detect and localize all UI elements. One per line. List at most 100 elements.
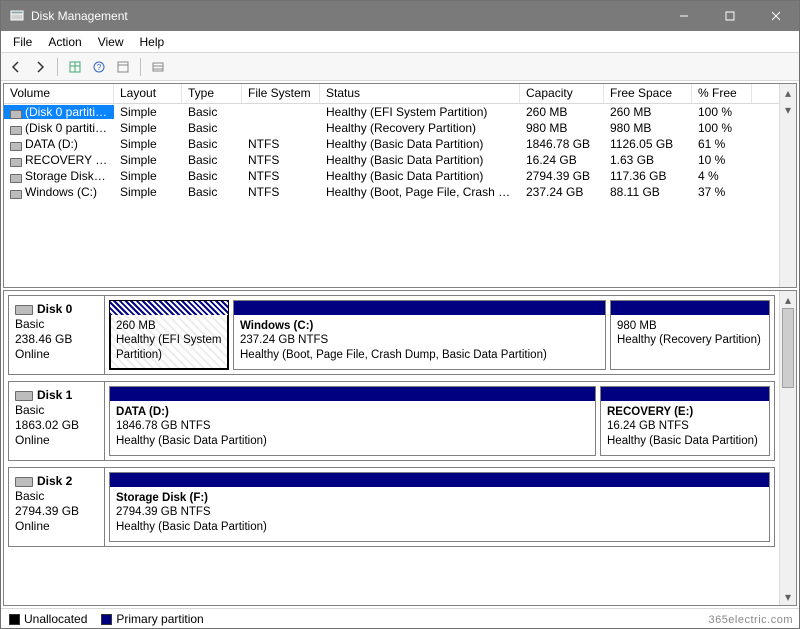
cell-volume: Storage Disk (F:) [4,169,114,183]
partition[interactable]: DATA (D:)1846.78 GB NTFSHealthy (Basic D… [109,386,596,456]
menu-help[interactable]: Help [132,33,173,51]
cell-capacity: 16.24 GB [520,153,604,167]
menu-file[interactable]: File [5,33,40,51]
partition-status: Healthy (EFI System Partition) [116,333,222,362]
partition-status: Healthy (Basic Data Partition) [607,434,763,448]
svg-text:?: ? [97,63,102,72]
disk-row[interactable]: Disk 2Basic2794.39 GBOnlineStorage Disk … [8,467,775,547]
scroll-up-icon[interactable]: ▴ [780,84,796,101]
menu-view[interactable]: View [90,33,132,51]
partition-body: 980 MBHealthy (Recovery Partition) [611,315,769,352]
scrollbar-thumb[interactable] [782,308,794,388]
volume-icon [10,108,22,118]
cell-volume: (Disk 0 partition 1) [4,105,114,119]
settings-button[interactable] [112,56,134,78]
col-type[interactable]: Type [182,84,242,103]
close-button[interactable] [753,1,799,31]
forward-button[interactable] [29,56,51,78]
volume-row[interactable]: (Disk 0 partition 1)SimpleBasicHealthy (… [4,104,796,120]
col-percentfree[interactable]: % Free [692,84,752,103]
volume-row[interactable]: RECOVERY (E:)SimpleBasicNTFSHealthy (Bas… [4,152,796,168]
disk-info[interactable]: Disk 2Basic2794.39 GBOnline [9,468,105,546]
volume-icon [10,124,22,134]
scroll-down-icon[interactable]: ▾ [780,588,796,605]
volume-row[interactable]: (Disk 0 partition 4)SimpleBasicHealthy (… [4,120,796,136]
scrollbar-track[interactable] [780,308,796,588]
disk-size: 1863.02 GB [15,418,98,433]
list-view-button[interactable] [147,56,169,78]
cell-layout: Simple [114,185,182,199]
cell-fs: NTFS [242,185,320,199]
disk-row[interactable]: Disk 1Basic1863.02 GBOnlineDATA (D:)1846… [8,381,775,461]
cell-volume: RECOVERY (E:) [4,153,114,167]
cell-free: 1126.05 GB [604,137,692,151]
partition-status: Healthy (Basic Data Partition) [116,520,763,534]
volume-list-body[interactable]: (Disk 0 partition 1)SimpleBasicHealthy (… [4,104,796,287]
partition-body: DATA (D:)1846.78 GB NTFSHealthy (Basic D… [110,401,595,452]
col-freespace[interactable]: Free Space [604,84,692,103]
minimize-button[interactable] [661,1,707,31]
volume-list-header[interactable]: Volume Layout Type File System Status Ca… [4,84,796,104]
cell-status: Healthy (Basic Data Partition) [320,169,520,183]
partition[interactable]: RECOVERY (E:)16.24 GB NTFSHealthy (Basic… [600,386,770,456]
cell-fs: NTFS [242,137,320,151]
graph-scrollbar[interactable]: ▴ ▾ [779,291,796,605]
cell-layout: Simple [114,137,182,151]
partition-title: Storage Disk (F:) [116,491,763,505]
col-volume[interactable]: Volume [4,84,114,103]
partition-header [601,387,769,401]
cell-pfree: 100 % [692,105,752,119]
cell-pfree: 100 % [692,121,752,135]
disk-name: Disk 1 [37,388,72,402]
partitions: Storage Disk (F:)2794.39 GB NTFSHealthy … [105,468,774,546]
volume-row[interactable]: Storage Disk (F:)SimpleBasicNTFSHealthy … [4,168,796,184]
partition[interactable]: 260 MBHealthy (EFI System Partition) [109,300,229,370]
help-button[interactable]: ? [88,56,110,78]
cell-status: Healthy (Boot, Page File, Crash Dum... [320,185,520,199]
volume-icon [10,188,22,198]
partition-status: Healthy (Boot, Page File, Crash Dump, Ba… [240,348,599,362]
partition-title: Windows (C:) [240,319,599,333]
col-capacity[interactable]: Capacity [520,84,604,103]
partition-body: 260 MBHealthy (EFI System Partition) [110,315,228,366]
cell-volume: (Disk 0 partition 4) [4,121,114,135]
partition[interactable]: Storage Disk (F:)2794.39 GB NTFSHealthy … [109,472,770,542]
cell-type: Basic [182,153,242,167]
col-filesystem[interactable]: File System [242,84,320,103]
cell-pfree: 61 % [692,137,752,151]
partition[interactable]: Windows (C:)237.24 GB NTFSHealthy (Boot,… [233,300,606,370]
col-layout[interactable]: Layout [114,84,182,103]
volume-icon [10,172,22,182]
menu-action[interactable]: Action [40,33,89,51]
cell-capacity: 1846.78 GB [520,137,604,151]
disk-info[interactable]: Disk 1Basic1863.02 GBOnline [9,382,105,460]
disk-name: Disk 0 [37,302,72,316]
content-area: Volume Layout Type File System Status Ca… [1,81,799,608]
view-table-button[interactable] [64,56,86,78]
cell-layout: Simple [114,105,182,119]
scroll-down-icon[interactable]: ▾ [780,101,796,118]
col-status[interactable]: Status [320,84,520,103]
maximize-button[interactable] [707,1,753,31]
volume-row[interactable]: DATA (D:)SimpleBasicNTFSHealthy (Basic D… [4,136,796,152]
watermark: 365electric.com [708,614,793,626]
partition-size: 2794.39 GB NTFS [116,505,763,519]
partition-body: Storage Disk (F:)2794.39 GB NTFSHealthy … [110,487,769,538]
disk-type: Basic [15,489,98,504]
disk-graphical-view[interactable]: Disk 0Basic238.46 GBOnline260 MBHealthy … [3,290,797,606]
volume-list[interactable]: Volume Layout Type File System Status Ca… [3,83,797,288]
partition-size: 260 MB [116,319,222,333]
titlebar[interactable]: Disk Management [1,1,799,31]
scroll-up-icon[interactable]: ▴ [780,291,796,308]
cell-volume: DATA (D:) [4,137,114,151]
disk-name: Disk 2 [37,474,72,488]
partition-title: DATA (D:) [116,405,589,419]
partition[interactable]: 980 MBHealthy (Recovery Partition) [610,300,770,370]
disk-info[interactable]: Disk 0Basic238.46 GBOnline [9,296,105,374]
list-scrollbar[interactable]: ▴ ▾ [779,84,796,287]
disk-size: 2794.39 GB [15,504,98,519]
back-button[interactable] [5,56,27,78]
disk-state: Online [15,433,98,448]
disk-row[interactable]: Disk 0Basic238.46 GBOnline260 MBHealthy … [8,295,775,375]
volume-row[interactable]: Windows (C:)SimpleBasicNTFSHealthy (Boot… [4,184,796,200]
